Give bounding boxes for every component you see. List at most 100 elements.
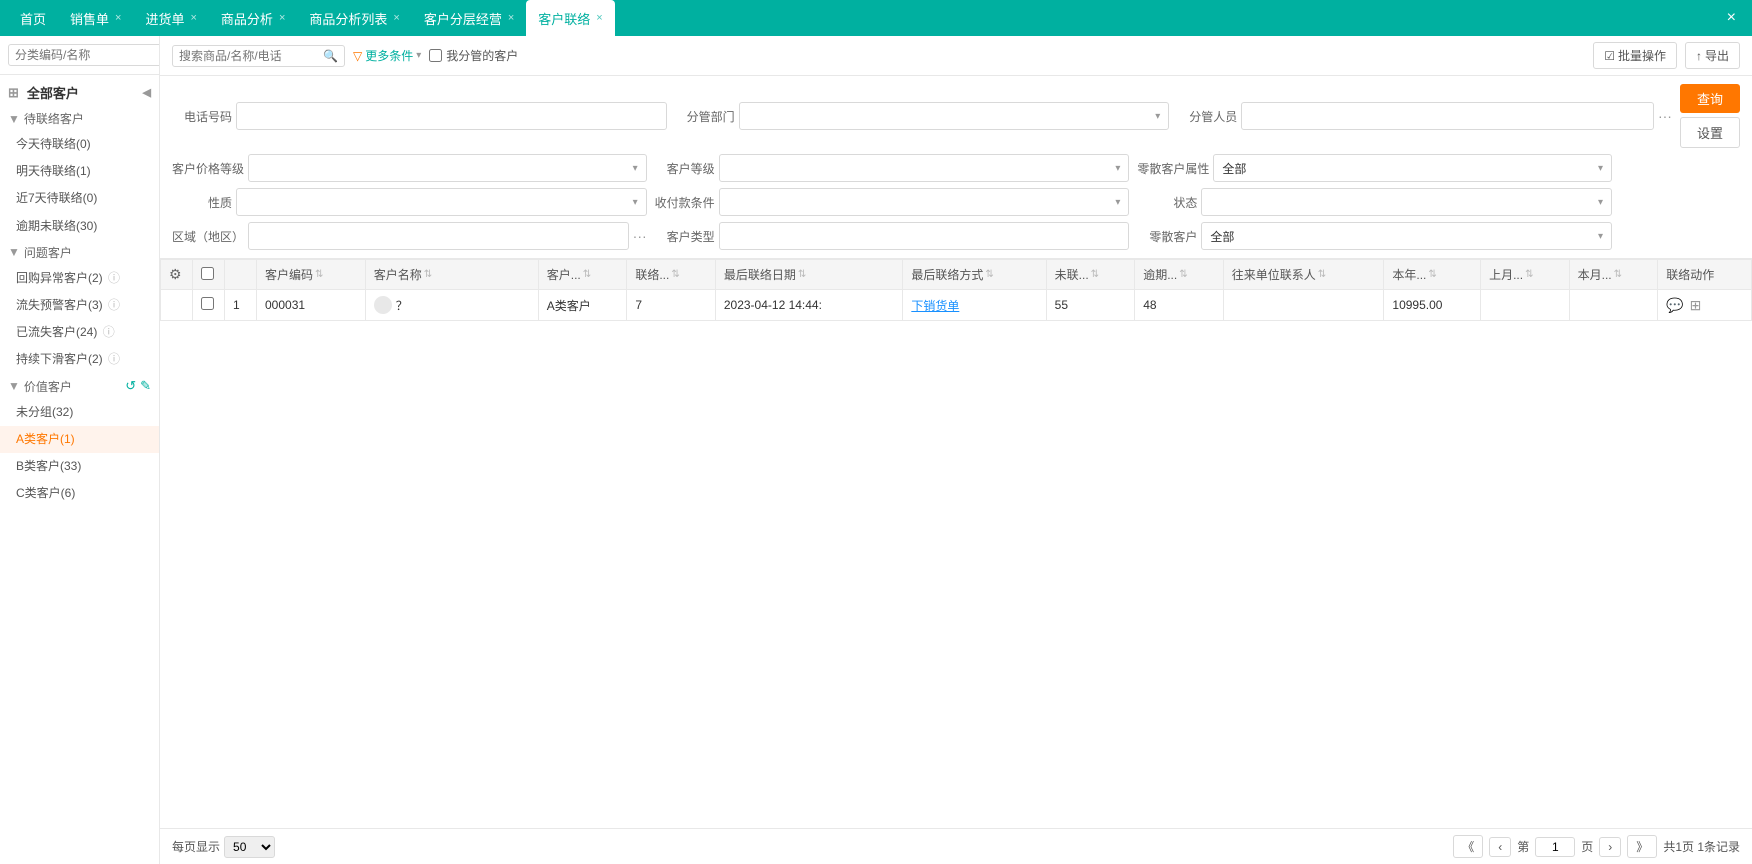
nav-customer-segment[interactable]: 客户分层经营 × <box>412 0 526 36</box>
customer-level-select[interactable]: ▾ <box>719 154 1130 182</box>
more-filters-button[interactable]: ▽ 更多条件 ▾ <box>353 47 421 64</box>
pagination-bar: 每页显示 50 10 20 100 《 ‹ 第 页 › 》 共1页 1条记录 <box>160 828 1752 864</box>
nav-sales-close[interactable]: × <box>115 12 121 24</box>
nav-sales[interactable]: 销售单 × <box>58 0 133 36</box>
col-last-date[interactable]: 最后联络日期 ⇅ <box>715 260 902 290</box>
col-unit-contact[interactable]: 往来单位联系人 ⇅ <box>1223 260 1384 290</box>
col-this-month[interactable]: 本月... ⇅ <box>1569 260 1658 290</box>
select-all-checkbox[interactable] <box>201 267 214 280</box>
col-contact[interactable]: 联络... ⇅ <box>627 260 716 290</box>
sidebar-collapse-icon[interactable]: ◀ <box>143 86 151 99</box>
col-code[interactable]: 客户编码 ⇅ <box>257 260 366 290</box>
window-close-button[interactable]: × <box>1719 9 1744 27</box>
filter-field-region: 区域（地区） ··· <box>172 222 647 250</box>
page-size-select[interactable]: 50 10 20 100 <box>224 836 275 858</box>
my-customers-checkbox[interactable] <box>429 49 442 62</box>
sidebar-item-overdue[interactable]: 逾期未联络(30) <box>0 213 159 240</box>
sidebar-item-churned[interactable]: 已流失客户(24) ⓘ <box>0 319 159 346</box>
col-last-method[interactable]: 最后联络方式 ⇅ <box>903 260 1046 290</box>
col-checkbox <box>193 260 225 290</box>
manager-select[interactable] <box>1241 102 1654 130</box>
col-no-contact[interactable]: 未联... ⇅ <box>1046 260 1135 290</box>
sidebar-item-week[interactable]: 近7天待联络(0) <box>0 185 159 212</box>
col-name[interactable]: 客户名称 ⇅ <box>365 260 538 290</box>
nav-purchase[interactable]: 进货单 × <box>133 0 208 36</box>
pending-group-title[interactable]: ▼ 待联络客户 <box>0 106 159 131</box>
prev-page-button[interactable]: ‹ <box>1489 837 1511 857</box>
nav-customer-contact-close[interactable]: × <box>596 12 602 24</box>
customer-table: ⚙ 客户编码 ⇅ <box>160 259 1752 321</box>
retail-attr-select[interactable]: 全部 ▾ <box>1213 154 1612 182</box>
col-overdue[interactable]: 逾期... ⇅ <box>1135 260 1224 290</box>
sidebar-item-c-class[interactable]: C类客户(6) <box>0 480 159 507</box>
code-sort-icon: ⇅ <box>315 269 323 280</box>
status-select[interactable]: ▾ <box>1201 188 1612 216</box>
row-last-method[interactable]: 下销货单 <box>911 299 959 313</box>
first-page-button[interactable]: 《 <box>1453 835 1483 858</box>
nav-customer-contact[interactable]: 客户联络 × <box>526 0 614 36</box>
customer-type-input[interactable] <box>719 222 1130 250</box>
last-date-sort-icon: ⇅ <box>798 269 806 280</box>
nav-analysis[interactable]: 商品分析 × <box>209 0 297 36</box>
payment-select[interactable]: ▾ <box>719 188 1130 216</box>
phone-input[interactable] <box>236 102 667 130</box>
nature-arrow: ▾ <box>633 197 638 208</box>
sidebar-item-a-class[interactable]: A类客户(1) <box>0 426 159 453</box>
value-group-title[interactable]: ▼ 价值客户 ↺ ✎ <box>0 374 159 399</box>
row-this-month-cell <box>1569 290 1658 321</box>
sidebar-item-repurchase[interactable]: 回购异常客户(2) ⓘ <box>0 265 159 292</box>
region-dots[interactable]: ··· <box>633 228 647 244</box>
problem-group-title[interactable]: ▼ 问题客户 <box>0 240 159 265</box>
settings-button[interactable]: 设置 <box>1680 117 1740 148</box>
filter-form: 电话号码 分管部门 ▾ 分管人员 ··· <box>160 76 1752 259</box>
sidebar-item-declining[interactable]: 持续下滑客户(2) ⓘ <box>0 346 159 373</box>
next-page-button[interactable]: › <box>1599 837 1621 857</box>
dept-select[interactable]: ▾ <box>739 102 1170 130</box>
refresh-icon[interactable]: ↺ <box>125 378 136 394</box>
page-number-input[interactable] <box>1535 837 1575 857</box>
sidebar-item-churn-warning[interactable]: 流失预警客户(3) ⓘ <box>0 292 159 319</box>
chat-action-icon[interactable]: 💬 <box>1666 297 1683 314</box>
nav-purchase-close[interactable]: × <box>190 12 196 24</box>
price-level-select[interactable]: ▾ <box>248 154 647 182</box>
col-category[interactable]: 客户... ⇅ <box>538 260 627 290</box>
retail-customer-select[interactable]: 全部 ▾ <box>1201 222 1612 250</box>
region-select[interactable] <box>248 222 629 250</box>
nav-analysis-list[interactable]: 商品分析列表 × <box>297 0 411 36</box>
filter-search-input[interactable] <box>179 49 319 63</box>
nav-analysis-close[interactable]: × <box>279 12 285 24</box>
col-this-year[interactable]: 本年... ⇅ <box>1384 260 1481 290</box>
col-last-month[interactable]: 上月... ⇅ <box>1481 260 1570 290</box>
more-filters-label: 更多条件 <box>365 47 413 64</box>
nav-analysis-list-close[interactable]: × <box>393 12 399 24</box>
sidebar-item-today[interactable]: 今天待联络(0) <box>0 131 159 158</box>
filter-icon: ▽ <box>353 49 362 63</box>
sidebar-search-input[interactable] <box>8 44 160 66</box>
export-button[interactable]: ↑ 导出 <box>1685 42 1740 69</box>
my-customers-checkbox-group: 我分管的客户 <box>429 47 518 64</box>
sidebar-item-b-class[interactable]: B类客户(33) <box>0 453 159 480</box>
qr-action-icon[interactable]: ⊞ <box>1690 297 1702 314</box>
sidebar-item-ungrouped[interactable]: 未分组(32) <box>0 399 159 426</box>
row-checkbox[interactable] <box>201 297 214 310</box>
nav-analysis-label: 商品分析 <box>221 9 273 28</box>
status-arrow: ▾ <box>1598 197 1603 208</box>
nav-home[interactable]: 首页 <box>8 0 58 36</box>
edit-icon[interactable]: ✎ <box>140 378 151 394</box>
payment-arrow: ▾ <box>1115 197 1120 208</box>
dept-label: 分管部门 <box>675 108 735 125</box>
last-page-button[interactable]: 》 <box>1627 835 1657 858</box>
value-group-label: 价值客户 <box>24 378 72 395</box>
batch-operation-button[interactable]: ☑ 批量操作 <box>1593 42 1677 69</box>
manager-dots[interactable]: ··· <box>1658 108 1672 124</box>
filter-search-icon[interactable]: 🔍 <box>323 49 338 63</box>
category-sort-icon: ⇅ <box>583 269 591 280</box>
row-last-method-cell: 下销货单 <box>903 290 1046 321</box>
table-row: 1 000031 ？ A类客户 <box>161 290 1752 321</box>
nature-select[interactable]: ▾ <box>236 188 647 216</box>
sidebar: 🔍 ⊞ 全部客户 ◀ ▼ 待联络客户 今天待联络(0) 明天待联络(1) 近7天… <box>0 36 160 864</box>
nav-customer-segment-close[interactable]: × <box>508 12 514 24</box>
sidebar-item-tomorrow[interactable]: 明天待联络(1) <box>0 158 159 185</box>
table-settings-icon[interactable]: ⚙ <box>169 266 182 282</box>
query-button[interactable]: 查询 <box>1680 84 1740 113</box>
